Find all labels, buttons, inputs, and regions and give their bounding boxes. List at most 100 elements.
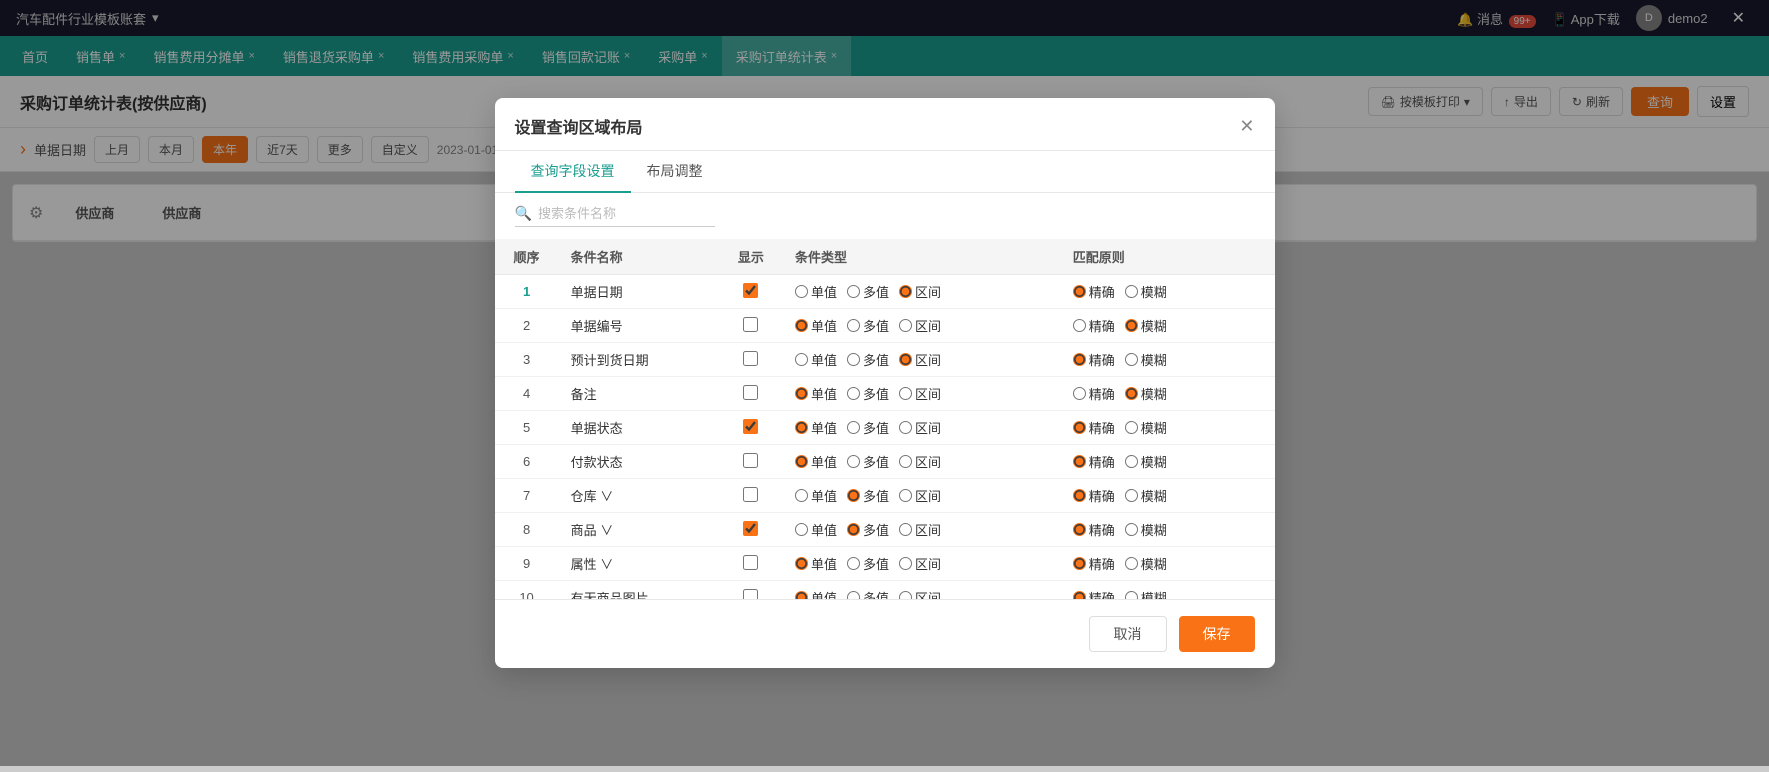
row-display-cell [719, 479, 783, 513]
match-option-模糊[interactable]: 模糊 [1125, 520, 1167, 539]
display-checkbox[interactable] [743, 521, 758, 536]
row-match-cell: 精确模糊 [1061, 547, 1275, 581]
row-order: 6 [495, 445, 559, 479]
type-option-单值[interactable]: 单值 [795, 350, 837, 369]
match-option-模糊[interactable]: 模糊 [1125, 384, 1167, 403]
row-order: 8 [495, 513, 559, 547]
type-option-区间[interactable]: 区间 [899, 316, 941, 335]
type-option-多值[interactable]: 多值 [847, 316, 889, 335]
row-condition-name: 备注 [559, 377, 719, 411]
match-option-模糊[interactable]: 模糊 [1125, 350, 1167, 369]
type-option-多值[interactable]: 多值 [847, 520, 889, 539]
type-option-区间[interactable]: 区间 [899, 486, 941, 505]
th-order: 顺序 [495, 239, 559, 275]
tab-query-fields[interactable]: 查询字段设置 [515, 151, 631, 193]
match-option-精确[interactable]: 精确 [1073, 418, 1115, 437]
display-checkbox[interactable] [743, 487, 758, 502]
cancel-button[interactable]: 取消 [1089, 616, 1167, 652]
type-option-多值[interactable]: 多值 [847, 350, 889, 369]
type-option-单值[interactable]: 单值 [795, 384, 837, 403]
row-type-cell: 单值多值区间 [783, 275, 1061, 309]
display-checkbox[interactable] [743, 589, 758, 600]
match-option-精确[interactable]: 精确 [1073, 520, 1115, 539]
match-option-精确[interactable]: 精确 [1073, 350, 1115, 369]
row-type-cell: 单值多值区间 [783, 479, 1061, 513]
type-option-单值[interactable]: 单值 [795, 554, 837, 573]
row-display-cell [719, 445, 783, 479]
display-checkbox[interactable] [743, 453, 758, 468]
type-option-单值[interactable]: 单值 [795, 452, 837, 471]
type-option-区间[interactable]: 区间 [899, 554, 941, 573]
match-option-模糊[interactable]: 模糊 [1125, 316, 1167, 335]
type-option-多值[interactable]: 多值 [847, 588, 889, 599]
type-option-多值[interactable]: 多值 [847, 554, 889, 573]
tab-layout[interactable]: 布局调整 [631, 151, 719, 193]
type-option-多值[interactable]: 多值 [847, 452, 889, 471]
row-match-cell: 精确模糊 [1061, 343, 1275, 377]
match-option-模糊[interactable]: 模糊 [1125, 452, 1167, 471]
table-row: 7仓库 ∨单值多值区间精确模糊 [495, 479, 1275, 513]
type-option-单值[interactable]: 单值 [795, 486, 837, 505]
dialog-header: 设置查询区域布局 ✕ [495, 98, 1275, 151]
match-option-模糊[interactable]: 模糊 [1125, 486, 1167, 505]
row-match-cell: 精确模糊 [1061, 309, 1275, 343]
type-option-区间[interactable]: 区间 [899, 282, 941, 301]
row-condition-name: 仓库 ∨ [559, 479, 719, 513]
match-option-模糊[interactable]: 模糊 [1125, 554, 1167, 573]
type-option-多值[interactable]: 多值 [847, 384, 889, 403]
search-icon: 🔍 [515, 205, 532, 222]
type-option-单值[interactable]: 单值 [795, 588, 837, 599]
row-type-cell: 单值多值区间 [783, 581, 1061, 600]
search-wrapper: 🔍 [515, 205, 715, 227]
type-option-区间[interactable]: 区间 [899, 384, 941, 403]
table-row: 5单据状态单值多值区间精确模糊 [495, 411, 1275, 445]
display-checkbox[interactable] [743, 283, 758, 298]
type-option-单值[interactable]: 单值 [795, 520, 837, 539]
row-display-cell [719, 411, 783, 445]
row-order: 7 [495, 479, 559, 513]
display-checkbox[interactable] [743, 419, 758, 434]
match-option-精确[interactable]: 精确 [1073, 282, 1115, 301]
type-option-区间[interactable]: 区间 [899, 452, 941, 471]
type-option-多值[interactable]: 多值 [847, 486, 889, 505]
row-match-cell: 精确模糊 [1061, 411, 1275, 445]
match-option-精确[interactable]: 精确 [1073, 316, 1115, 335]
display-checkbox[interactable] [743, 317, 758, 332]
type-option-单值[interactable]: 单值 [795, 282, 837, 301]
type-option-区间[interactable]: 区间 [899, 350, 941, 369]
type-option-多值[interactable]: 多值 [847, 418, 889, 437]
match-option-精确[interactable]: 精确 [1073, 452, 1115, 471]
type-option-区间[interactable]: 区间 [899, 588, 941, 599]
row-display-cell [719, 309, 783, 343]
display-checkbox[interactable] [743, 351, 758, 366]
dialog-title: 设置查询区域布局 [515, 114, 643, 138]
dialog-tabs: 查询字段设置 布局调整 [495, 151, 1275, 193]
row-type-cell: 单值多值区间 [783, 513, 1061, 547]
display-checkbox[interactable] [743, 555, 758, 570]
row-order: 1 [495, 275, 559, 309]
row-display-cell [719, 581, 783, 600]
save-button[interactable]: 保存 [1179, 616, 1255, 652]
row-display-cell [719, 547, 783, 581]
match-option-精确[interactable]: 精确 [1073, 588, 1115, 599]
settings-dialog: 设置查询区域布局 ✕ 查询字段设置 布局调整 🔍 顺序 条件名称 显示 [495, 98, 1275, 668]
table-row: 2单据编号单值多值区间精确模糊 [495, 309, 1275, 343]
type-option-多值[interactable]: 多值 [847, 282, 889, 301]
dialog-close-icon[interactable]: ✕ [1239, 117, 1254, 135]
type-option-区间[interactable]: 区间 [899, 418, 941, 437]
type-option-区间[interactable]: 区间 [899, 520, 941, 539]
row-match-cell: 精确模糊 [1061, 445, 1275, 479]
search-input[interactable] [538, 206, 688, 221]
row-match-cell: 精确模糊 [1061, 479, 1275, 513]
type-option-单值[interactable]: 单值 [795, 418, 837, 437]
match-option-精确[interactable]: 精确 [1073, 554, 1115, 573]
th-name: 条件名称 [559, 239, 719, 275]
type-option-单值[interactable]: 单值 [795, 316, 837, 335]
match-option-模糊[interactable]: 模糊 [1125, 282, 1167, 301]
display-checkbox[interactable] [743, 385, 758, 400]
match-option-模糊[interactable]: 模糊 [1125, 588, 1167, 599]
match-option-精确[interactable]: 精确 [1073, 384, 1115, 403]
row-match-cell: 精确模糊 [1061, 275, 1275, 309]
match-option-精确[interactable]: 精确 [1073, 486, 1115, 505]
match-option-模糊[interactable]: 模糊 [1125, 418, 1167, 437]
